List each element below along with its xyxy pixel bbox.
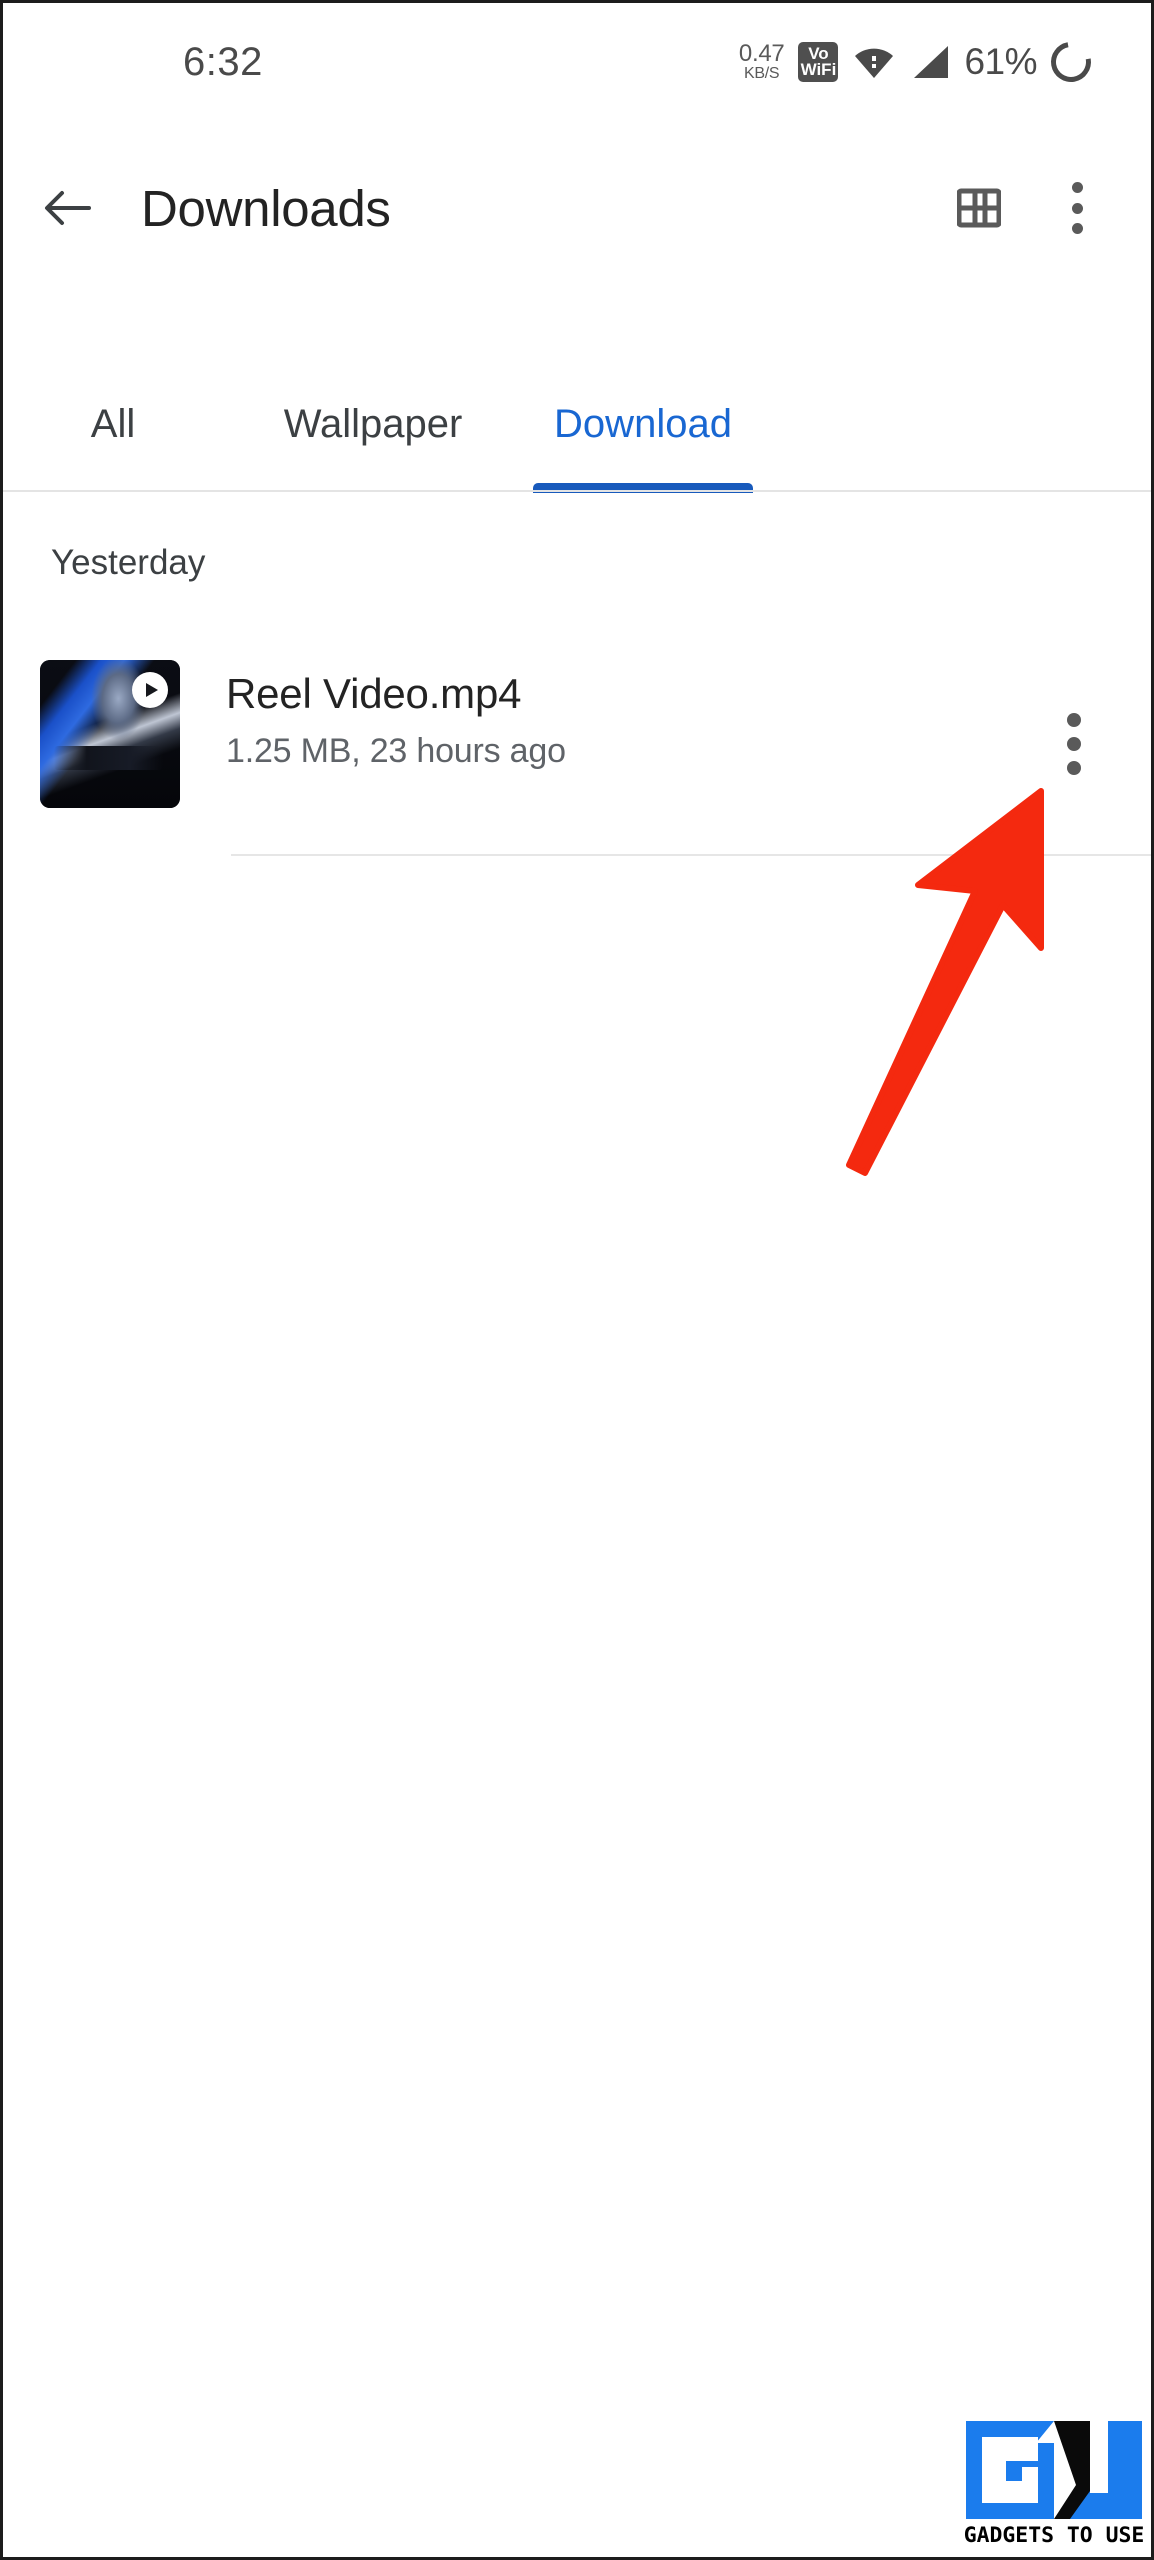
tab-all-label: All [90, 401, 136, 446]
wifi-icon [855, 48, 894, 78]
status-bar-clock: 6:32 [183, 39, 263, 84]
overflow-menu-button[interactable] [1055, 180, 1099, 236]
overflow-dot-3 [1071, 223, 1083, 234]
tab-bar-divider [3, 490, 1151, 492]
tab-download-label: Download [554, 401, 732, 446]
file-name: Reel Video.mp4 [226, 670, 522, 717]
network-speed-indicator: 0.47 KB/S [738, 39, 785, 83]
file-overflow-dot-1 [1067, 713, 1081, 727]
play-triangle [145, 683, 158, 697]
watermark-text: GADGETS TO USE [963, 2523, 1145, 2547]
grid-view-icon[interactable] [957, 186, 1001, 230]
file-details: 1.25 MB, 23 hours ago [226, 732, 566, 770]
battery-percentage: 61% [964, 41, 1037, 82]
file-overflow-dot-3 [1067, 761, 1081, 775]
section-header-yesterday: Yesterday [51, 543, 206, 582]
tab-all[interactable]: All [3, 343, 223, 493]
file-overflow-dot-2 [1067, 737, 1081, 751]
play-icon [132, 672, 168, 708]
overflow-dot-2 [1071, 202, 1083, 214]
gadgets-to-use-logo [958, 2415, 1150, 2525]
status-bar: 6:32 0.47 KB/S Vo WiFi 61% [3, 3, 1151, 121]
battery-ring-icon [1043, 34, 1099, 90]
video-thumbnail [40, 660, 180, 808]
tab-bar: All Wallpaper Download [3, 343, 1151, 493]
phone-screen: 6:32 0.47 KB/S Vo WiFi 61% Downloads All… [0, 0, 1154, 2560]
tab-wallpaper[interactable]: Wallpaper [223, 343, 523, 493]
tab-download[interactable]: Download [523, 343, 763, 493]
vowifi-icon: Vo WiFi [798, 42, 839, 82]
tab-wallpaper-label: Wallpaper [283, 401, 463, 446]
network-speed-value: 0.47 [738, 39, 785, 67]
app-bar: Downloads [3, 148, 1151, 268]
app-bar-actions [957, 180, 1099, 236]
vowifi-line-2: WiFi [800, 60, 837, 79]
watermark: GADGETS TO USE [958, 2415, 1150, 2557]
file-info: Reel Video.mp4 1.25 MB, 23 hours ago [226, 658, 566, 771]
file-list-item[interactable]: Reel Video.mp4 1.25 MB, 23 hours ago [3, 658, 1151, 858]
back-button[interactable] [17, 158, 117, 258]
cellular-signal-icon [914, 46, 949, 78]
network-speed-unit: KB/S [744, 65, 780, 83]
file-list-divider [231, 854, 1151, 856]
overflow-dot-1 [1071, 182, 1083, 193]
status-bar-icons: 0.47 KB/S Vo WiFi 61% [738, 34, 1099, 90]
back-arrow-icon [45, 191, 91, 225]
file-overflow-menu-button[interactable] [1056, 713, 1092, 775]
page-title: Downloads [141, 179, 391, 237]
